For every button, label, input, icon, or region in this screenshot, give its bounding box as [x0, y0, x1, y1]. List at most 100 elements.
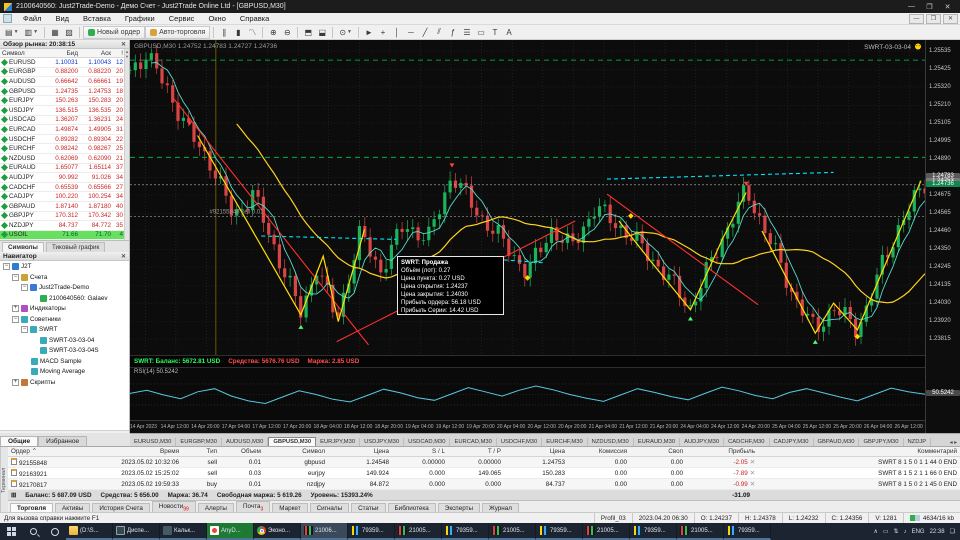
taskbar-app-mt[interactable]: 21005... — [677, 523, 724, 540]
terminal-column-comment[interactable]: Комментарий — [758, 448, 960, 455]
chart-tab-usdcad-m30[interactable]: USDCAD,M30 — [404, 438, 451, 446]
symbol-row-nzdusd[interactable]: NZDUSD 0.62069 0.62090 21 — [0, 153, 129, 164]
profiles-button[interactable]: ▥ ▼ — [22, 26, 42, 39]
column-bid[interactable]: Бид — [47, 50, 80, 57]
pen-icon[interactable]: ▭ — [883, 528, 889, 535]
symbol-row-eurcad[interactable]: EURCAD 1.49874 1.49905 31 — [0, 125, 129, 135]
terminal-column-order[interactable]: Ордер ⌃ — [8, 448, 70, 455]
chart-tab-audusd-m30[interactable]: AUDUSD,M30 — [222, 438, 269, 446]
label-button[interactable]: T — [488, 26, 502, 39]
symbol-row-eurgbp[interactable]: EURGBP 0.88200 0.88220 20 — [0, 67, 129, 78]
symbol-row-cadchf[interactable]: CADCHF 0.65539 0.65566 27 — [0, 182, 129, 193]
column-symbol[interactable]: Символ — [0, 50, 47, 57]
taskbar-app-chrome[interactable]: Эконо... — [254, 523, 301, 540]
fibonacci-button[interactable]: ƒ — [446, 26, 460, 39]
nav-item-just2trade-demo[interactable]: − Just2Trade-Demo — [0, 282, 129, 293]
search-icon[interactable] — [22, 523, 44, 540]
symbol-row-eurjpy[interactable]: EURJPY 150.263 150.283 20 — [0, 96, 129, 106]
chart-tab-eurjpy-m30[interactable]: EURJPY,M30 — [316, 438, 361, 446]
horizontal-line-button[interactable]: ─ — [404, 26, 418, 39]
nav-item-советники[interactable]: − Советники — [0, 314, 129, 325]
chart-plot[interactable]: #92155848 sell 0.01 GBPUSD,M30 1.24752 1.… — [128, 40, 927, 355]
menu-item-файл[interactable]: Файл — [16, 13, 48, 25]
nav-item-macd-sample[interactable]: MACD Sample — [0, 356, 129, 367]
nav-item-swrt-03-03-04s[interactable]: SWRT-03-03-04S — [0, 345, 129, 356]
menu-item-вставка[interactable]: Вставка — [76, 13, 118, 25]
taskbar-app-mt[interactable]: 21006... — [301, 523, 348, 540]
terminal-column-volume[interactable]: Объем — [220, 448, 264, 455]
notification-center-icon[interactable]: ❏ — [950, 528, 955, 535]
market-watch-close-icon[interactable]: ✕ — [121, 41, 126, 48]
menu-item-графики[interactable]: Графики — [118, 13, 162, 25]
price-axis[interactable]: 1.25535 1.25425 1.25320 1.25210 1.25105 1.249… — [925, 40, 960, 433]
terminal-column-sl[interactable]: S / L — [392, 448, 448, 455]
taskbar-app-mt2[interactable]: 79359... — [348, 523, 395, 540]
channel-button[interactable]: ⫽ — [432, 26, 446, 39]
close-order-icon[interactable]: ✕ — [750, 481, 755, 488]
symbol-row-audjpy[interactable]: AUDJPY 90.992 91.026 34 — [0, 173, 129, 183]
menu-item-справка[interactable]: Справка — [233, 13, 276, 25]
terminal-column-symbol[interactable]: Символ — [264, 448, 328, 455]
crosshair-button[interactable]: + — [376, 26, 390, 39]
nav-item-скрипты[interactable]: + Скрипты — [0, 377, 129, 388]
column-ask[interactable]: Аск — [80, 50, 113, 57]
menu-item-вид[interactable]: Вид — [48, 13, 76, 25]
nav-item-счета[interactable]: − Счета — [0, 272, 129, 283]
terminal-order-row[interactable]: 92163921 2023.05.02 15:25:02 sell 0.03 eurjp… — [8, 468, 960, 479]
symbol-row-usoil[interactable]: USOIL 71.66 71.70 4 — [0, 230, 129, 241]
market-watch-tab-ticks[interactable]: Тиковый график — [45, 242, 106, 253]
mdi-restore-icon[interactable]: ❐ — [926, 13, 941, 24]
shapes-button[interactable]: ☰ — [460, 26, 474, 39]
chart-tab-cadjpy-m30[interactable]: CADJPY,M30 — [770, 438, 814, 446]
zoom-in-button[interactable]: ⊕ — [266, 26, 280, 39]
menu-item-сервис[interactable]: Сервис — [162, 13, 202, 25]
collapse-minus-icon[interactable]: − — [12, 315, 19, 323]
expand-plus-icon[interactable]: + — [12, 305, 19, 313]
network-icon[interactable]: ⇅ — [894, 528, 899, 535]
taskbar-app-calc[interactable]: Кальк... — [160, 523, 207, 540]
symbol-row-usdjpy[interactable]: USDJPY 136.515 136.535 20 — [0, 105, 129, 116]
terminal-order-row[interactable]: 92155848 2023.05.02 10:32:06 sell 0.01 gbpus… — [8, 457, 960, 468]
new-order-button[interactable]: Новый ордер — [83, 25, 146, 39]
zoom-out-button[interactable]: ⊖ — [280, 26, 294, 39]
tray-expand-icon[interactable]: ∧ — [873, 528, 877, 535]
clock-label[interactable]: 22:38 — [930, 529, 945, 535]
text-button[interactable]: ▭ — [474, 26, 488, 39]
symbol-row-euraud[interactable]: EURAUD 1.65077 1.65114 37 — [0, 163, 129, 174]
taskbar-app-mt[interactable]: 21005... — [395, 523, 442, 540]
data-window-toggle[interactable]: ▨ — [62, 26, 76, 39]
nav-item-swrt[interactable]: − SWRT — [0, 324, 129, 335]
symbol-row-gbpjpy[interactable]: GBPJPY 170.312 170.342 30 — [0, 211, 129, 222]
terminal-column-swap[interactable]: Своп — [630, 448, 686, 455]
chart-tab-eurusd-m30[interactable]: EURUSD,M30 — [130, 438, 177, 446]
collapse-minus-icon[interactable]: − — [21, 326, 28, 334]
nav-item-2100640560-galaev[interactable]: 2100640560: Galaev — [0, 293, 129, 304]
taskbar-app-mt2[interactable]: 79359... — [724, 523, 771, 540]
cursor-button[interactable]: ► — [362, 26, 376, 39]
taskbar-app-anydesk[interactable]: AnyD... — [207, 523, 254, 540]
chart-tab-eurcad-m30[interactable]: EURCAD,M30 — [450, 438, 497, 446]
symbol-row-usdcad[interactable]: USDCAD 1.36207 1.36231 24 — [0, 115, 129, 126]
collapse-minus-icon[interactable]: − — [12, 273, 19, 281]
terminal-column-price2[interactable]: Цена — [504, 448, 568, 455]
terminal-column-profit[interactable]: Прибыль — [686, 448, 758, 455]
symbol-row-cadjpy[interactable]: CADJPY 100.220 100.254 34 — [0, 192, 129, 202]
taskbar-app-mt2[interactable]: 79359... — [442, 523, 489, 540]
mdi-minimize-icon[interactable]: — — [909, 13, 924, 24]
terminal-column-header[interactable]: Ордер ⌃ Время Тип Объем Символ Цена S / LT / P… — [8, 447, 960, 457]
bar-chart-button[interactable]: ∥ — [217, 26, 231, 39]
task-view-icon[interactable] — [44, 523, 66, 540]
chart-tab-eurchf-m30[interactable]: EURCHF,M30 — [542, 438, 588, 446]
terminal-balance-row[interactable]: ⊞ Баланс: 5 687.09 USD Средства: 5 656.00 М… — [8, 490, 960, 501]
collapse-minus-icon[interactable]: − — [3, 263, 10, 271]
chart-tab-cadchf-m30[interactable]: CADCHF,M30 — [724, 438, 770, 446]
vertical-line-button[interactable]: │ — [390, 26, 404, 39]
maximize-button[interactable]: ❐ — [921, 1, 938, 12]
taskbar-app-taskmgr[interactable]: Диспе... — [113, 523, 160, 540]
symbol-row-gbpaud[interactable]: GBPAUD 1.87140 1.87180 40 — [0, 201, 129, 212]
taskbar-app-mt[interactable]: 21005... — [489, 523, 536, 540]
nav-item-индикаторы[interactable]: + Индикаторы — [0, 303, 129, 314]
navigator-close-icon[interactable]: ✕ — [121, 253, 126, 260]
language-indicator[interactable]: ENG — [912, 529, 925, 535]
taskbar-app-mt[interactable]: 21005... — [583, 523, 630, 540]
